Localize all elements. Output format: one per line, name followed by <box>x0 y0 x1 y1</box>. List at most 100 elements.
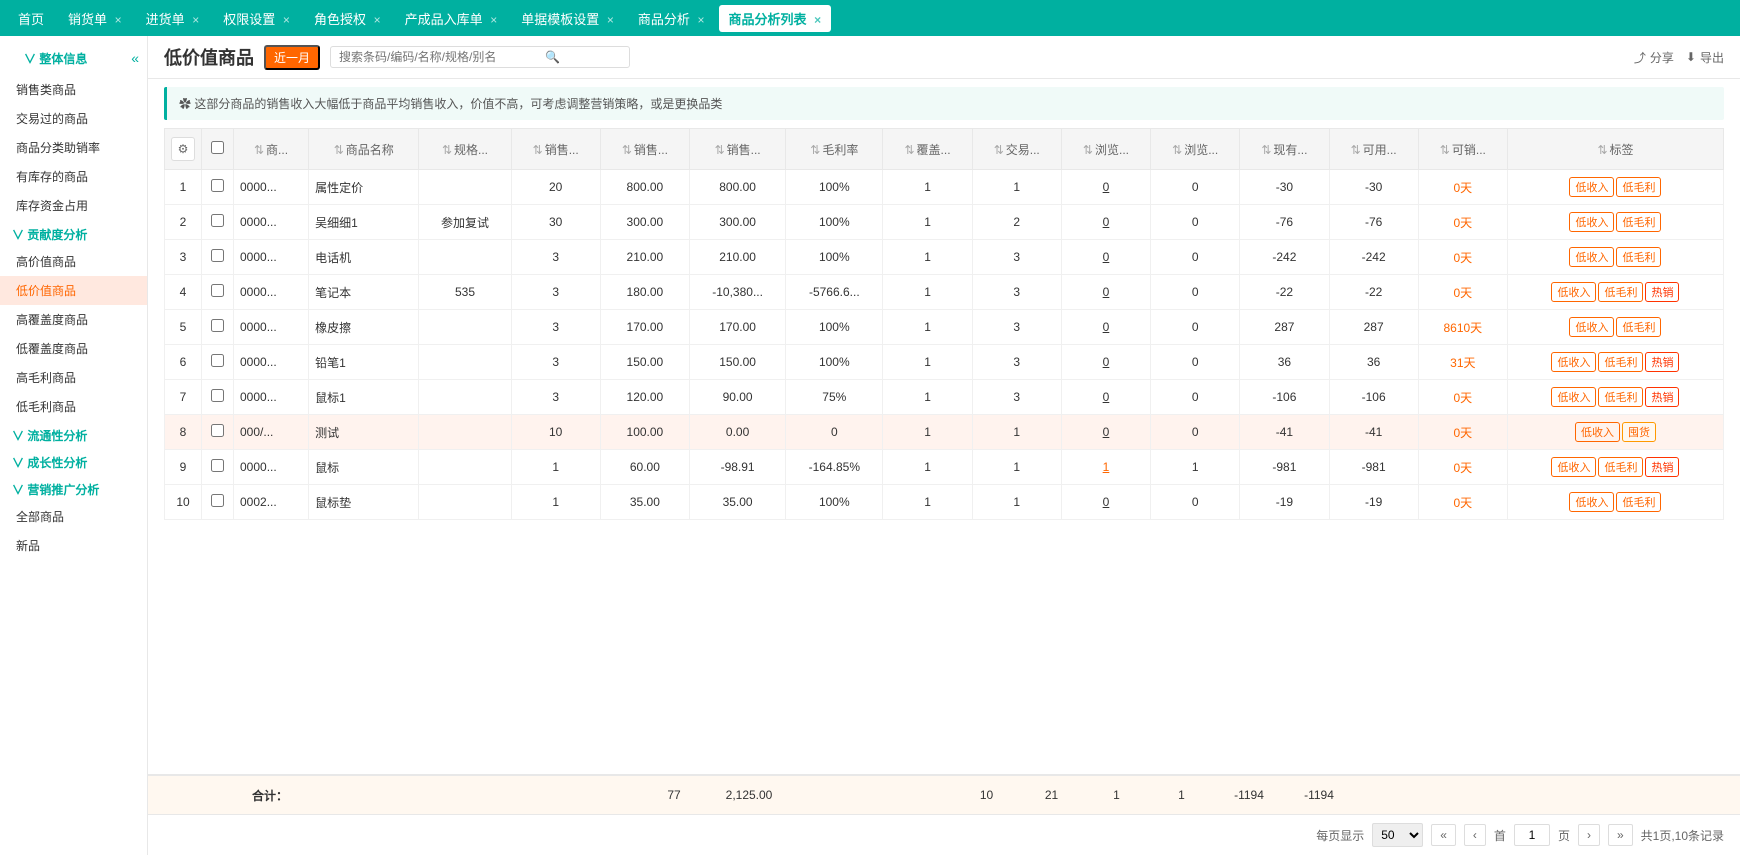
row-checkbox[interactable] <box>211 494 224 507</box>
share-btn[interactable]: ⤴ 分享 <box>1634 49 1674 66</box>
cell-checkbox[interactable] <box>202 310 234 345</box>
sidebar-item-stock-goods[interactable]: 有库存的商品 <box>0 162 147 191</box>
cell-browse2: 0 <box>1151 345 1240 380</box>
filter-tag-btn[interactable]: 近一月 <box>264 45 320 70</box>
th-stock[interactable]: ⇅现有... <box>1240 129 1329 170</box>
th-checkbox[interactable] <box>202 129 234 170</box>
browse-link[interactable]: 1 <box>1103 460 1110 474</box>
sidebar-group-overview[interactable]: ∨ 整体信息 <box>12 44 99 71</box>
cell-browse1[interactable]: 0 <box>1061 240 1150 275</box>
search-icon[interactable]: 🔍 <box>545 50 560 64</box>
nav-permissions[interactable]: 权限设置 × <box>213 5 300 32</box>
sidebar-group-flow[interactable]: ∨ 流通性分析 <box>0 421 147 448</box>
th-qty[interactable]: ⇅销售... <box>511 129 600 170</box>
export-btn[interactable]: ⬇ 导出 <box>1686 49 1724 66</box>
cell-checkbox[interactable] <box>202 170 234 205</box>
th-name[interactable]: ⇅商品名称 <box>309 129 419 170</box>
cell-browse1[interactable]: 0 <box>1061 380 1150 415</box>
th-sales-amt1[interactable]: ⇅销售... <box>600 129 689 170</box>
th-browse2[interactable]: ⇅浏览... <box>1151 129 1240 170</box>
nav-products-in[interactable]: 产成品入库单 × <box>395 5 508 32</box>
cell-browse1[interactable]: 1 <box>1061 450 1150 485</box>
nav-purchase[interactable]: 进货单 × <box>136 5 210 32</box>
browse-link[interactable]: 0 <box>1103 215 1110 229</box>
browse-link[interactable]: 0 <box>1103 425 1110 439</box>
nav-analysis-list[interactable]: 商品分析列表 × <box>719 5 832 32</box>
row-checkbox[interactable] <box>211 459 224 472</box>
cell-browse1[interactable]: 0 <box>1061 275 1150 310</box>
cell-checkbox[interactable] <box>202 485 234 520</box>
nav-templates[interactable]: 单据模板设置 × <box>511 5 624 32</box>
nav-analysis[interactable]: 商品分析 × <box>628 5 715 32</box>
page-size-select[interactable]: 50 100 200 <box>1372 823 1423 847</box>
sidebar-collapse-btn[interactable]: « <box>127 48 143 68</box>
page-number-input[interactable] <box>1514 824 1550 846</box>
browse-link[interactable]: 0 <box>1103 390 1110 404</box>
sidebar-item-low-margin[interactable]: 低毛利商品 <box>0 392 147 421</box>
select-all-checkbox[interactable] <box>211 141 224 154</box>
settings-icon[interactable]: ⚙ <box>171 137 195 161</box>
th-browse1[interactable]: ⇅浏览... <box>1061 129 1150 170</box>
next-page-btn[interactable]: › <box>1578 824 1600 846</box>
row-checkbox[interactable] <box>211 249 224 262</box>
row-checkbox[interactable] <box>211 319 224 332</box>
row-checkbox[interactable] <box>211 354 224 367</box>
th-sales-amt2[interactable]: ⇅销售... <box>690 129 786 170</box>
cell-browse1[interactable]: 0 <box>1061 205 1150 240</box>
cell-browse1[interactable]: 0 <box>1061 345 1150 380</box>
th-settings[interactable]: ⚙ <box>165 129 202 170</box>
sidebar-item-high-margin[interactable]: 高毛利商品 <box>0 363 147 392</box>
sidebar-item-low-coverage[interactable]: 低覆盖度商品 <box>0 334 147 363</box>
nav-home[interactable]: 首页 <box>8 5 54 32</box>
sidebar-item-high-value[interactable]: 高价值商品 <box>0 247 147 276</box>
row-checkbox[interactable] <box>211 389 224 402</box>
row-checkbox[interactable] <box>211 179 224 192</box>
sidebar-item-all-goods[interactable]: 全部商品 <box>0 502 147 531</box>
cell-checkbox[interactable] <box>202 275 234 310</box>
th-margin[interactable]: ⇅毛利率 <box>786 129 883 170</box>
nav-roles[interactable]: 角色授权 × <box>304 5 391 32</box>
browse-link[interactable]: 0 <box>1103 320 1110 334</box>
browse-link[interactable]: 0 <box>1103 250 1110 264</box>
th-coverage[interactable]: ⇅覆盖... <box>883 129 972 170</box>
cell-browse1[interactable]: 0 <box>1061 415 1150 450</box>
th-trade[interactable]: ⇅交易... <box>972 129 1061 170</box>
cell-checkbox[interactable] <box>202 240 234 275</box>
cell-browse1[interactable]: 0 <box>1061 485 1150 520</box>
prev-page-btn[interactable]: ‹ <box>1464 824 1486 846</box>
th-tags[interactable]: ⇅标签 <box>1507 129 1723 170</box>
cell-checkbox[interactable] <box>202 450 234 485</box>
sidebar-item-stock-capital[interactable]: 库存资金占用 <box>0 191 147 220</box>
sidebar-item-high-coverage[interactable]: 高覆盖度商品 <box>0 305 147 334</box>
th-code[interactable]: ⇅商... <box>234 129 309 170</box>
sidebar-group-growth[interactable]: ∨ 成长性分析 <box>0 448 147 475</box>
row-checkbox[interactable] <box>211 424 224 437</box>
th-avail[interactable]: ⇅可用... <box>1329 129 1418 170</box>
sidebar-item-sales-goods[interactable]: 销售类商品 <box>0 75 147 104</box>
cell-checkbox[interactable] <box>202 205 234 240</box>
cell-amt2: 35.00 <box>690 485 786 520</box>
search-input[interactable] <box>339 50 539 64</box>
sidebar-item-new-goods[interactable]: 新品 <box>0 531 147 560</box>
sidebar-item-low-value[interactable]: 低价值商品 <box>0 276 147 305</box>
sidebar-group-marketing[interactable]: ∨ 营销推广分析 <box>0 475 147 502</box>
browse-link[interactable]: 0 <box>1103 355 1110 369</box>
browse-link[interactable]: 0 <box>1103 180 1110 194</box>
browse-link[interactable]: 0 <box>1103 285 1110 299</box>
last-page-btn[interactable]: » <box>1608 824 1633 846</box>
row-checkbox[interactable] <box>211 214 224 227</box>
th-spec[interactable]: ⇅规格... <box>419 129 511 170</box>
row-checkbox[interactable] <box>211 284 224 297</box>
cell-browse1[interactable]: 0 <box>1061 170 1150 205</box>
th-saleable[interactable]: ⇅可销... <box>1418 129 1507 170</box>
cell-checkbox[interactable] <box>202 380 234 415</box>
sidebar-item-traded-goods[interactable]: 交易过的商品 <box>0 104 147 133</box>
first-page-btn[interactable]: « <box>1431 824 1456 846</box>
browse-link[interactable]: 0 <box>1103 495 1110 509</box>
nav-sales[interactable]: 销货单 × <box>58 5 132 32</box>
cell-checkbox[interactable] <box>202 415 234 450</box>
sidebar-item-category-rate[interactable]: 商品分类助销率 <box>0 133 147 162</box>
cell-checkbox[interactable] <box>202 345 234 380</box>
cell-browse1[interactable]: 0 <box>1061 310 1150 345</box>
sidebar-group-contribution[interactable]: ∨ 贡献度分析 <box>0 220 147 247</box>
